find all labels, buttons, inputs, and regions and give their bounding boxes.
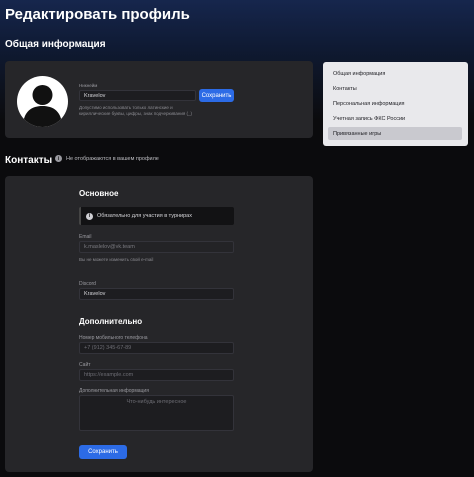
nav-item-personal[interactable]: Персональная информация xyxy=(328,97,462,110)
site-label: Сайт xyxy=(79,362,91,368)
nav-item-linked-games[interactable]: Привязанные игры xyxy=(328,127,462,140)
additional-info-textarea[interactable]: Что-нибудь интересное xyxy=(79,395,234,431)
nav-item-fks-account[interactable]: Учетная запись ФКС России xyxy=(328,112,462,125)
nickname-label: Никнейм xyxy=(79,83,98,88)
discord-input[interactable]: Kravelov xyxy=(79,288,234,300)
profile-nav-menu: Общая информация Контакты Персональная и… xyxy=(323,62,468,146)
info-icon: i xyxy=(55,155,62,162)
contacts-section-title: Контакты xyxy=(5,155,53,166)
email-hint: Вы не можете изменить свой e-mail xyxy=(79,257,154,262)
user-silhouette-icon xyxy=(23,85,62,127)
general-section-title: Общая информация xyxy=(5,39,106,50)
nickname-save-button[interactable]: Сохранить xyxy=(199,89,234,102)
contacts-save-button[interactable]: Сохранить xyxy=(79,445,127,459)
email-input: k.maslelov@vk.team xyxy=(79,241,234,253)
page-title: Редактировать профиль xyxy=(5,6,190,23)
nav-item-general[interactable]: Общая информация xyxy=(328,67,462,80)
phone-label: Номер мобильного телефона xyxy=(79,335,148,341)
avatar[interactable] xyxy=(17,76,68,127)
info-icon: i xyxy=(86,212,93,220)
tournament-notice: i Обязательно для участия в турнирах xyxy=(79,207,234,225)
nav-item-contacts[interactable]: Контакты xyxy=(328,82,462,95)
contacts-visibility-note: i Не отображаются в вашем профиле xyxy=(55,155,159,162)
email-label: Email xyxy=(79,234,92,240)
additional-info-label: Дополнительная информация xyxy=(79,388,149,394)
extra-heading: Дополнительно xyxy=(79,317,143,326)
nickname-input[interactable]: Kravelov xyxy=(79,90,196,101)
notice-text: Обязательно для участия в турнирах xyxy=(97,213,192,219)
phone-input[interactable]: +7 (912) 345-67-89 xyxy=(79,342,234,354)
site-input[interactable]: https://example.com xyxy=(79,369,234,381)
discord-label: Discord xyxy=(79,281,96,287)
main-heading: Основное xyxy=(79,189,119,198)
visibility-note-text: Не отображаются в вашем профиле xyxy=(66,155,159,162)
nickname-hint: Допустимо использовать только латинские … xyxy=(79,105,193,116)
